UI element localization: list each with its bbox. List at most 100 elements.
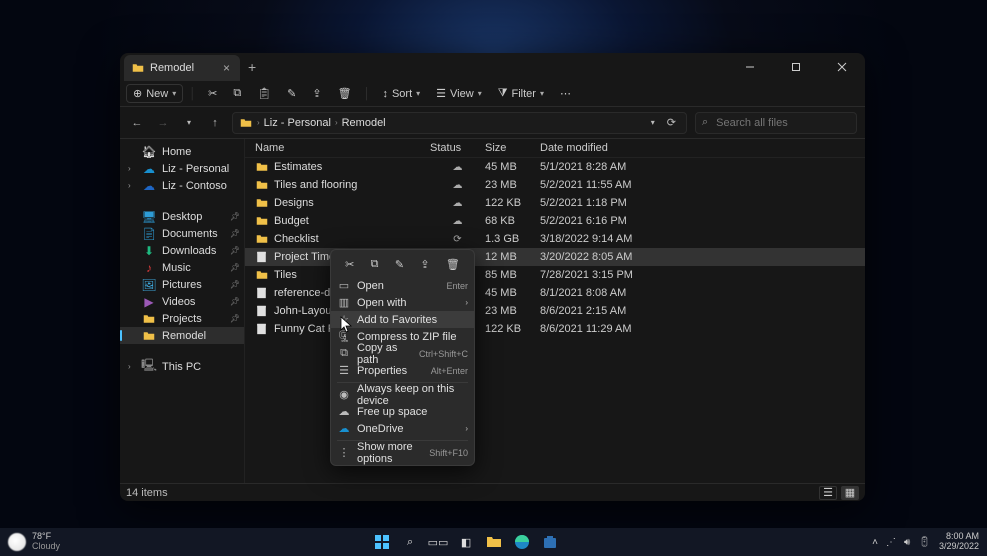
close-button[interactable] bbox=[819, 53, 865, 81]
sidebar-item-pictures[interactable]: 🖼︎ Pictures 📌︎ bbox=[120, 276, 244, 293]
chevron-right-icon[interactable]: › bbox=[128, 181, 136, 190]
search-box[interactable]: ⌕ bbox=[695, 112, 857, 134]
ctx-always-keep[interactable]: ◉ Always keep on this device bbox=[331, 386, 474, 403]
file-status: ☁ bbox=[430, 180, 485, 191]
file-size: 68 KB bbox=[485, 215, 540, 227]
folder-icon bbox=[255, 215, 268, 228]
copy-icon[interactable]: ⧉ bbox=[371, 258, 379, 271]
ctx-open-with[interactable]: ▥ Open with › bbox=[331, 294, 474, 311]
widgets-button[interactable]: ◧ bbox=[456, 532, 476, 552]
ctx-show-more[interactable]: ⋮ Show more options Shift+F10 bbox=[331, 444, 474, 461]
forward-button[interactable]: → bbox=[154, 117, 172, 129]
col-status[interactable]: Status bbox=[430, 142, 485, 154]
details-view-button[interactable]: ☰ bbox=[819, 486, 837, 500]
taskbar-clock[interactable]: 8:00 AM 3/29/2022 bbox=[939, 532, 979, 552]
close-tab-icon[interactable]: × bbox=[221, 61, 232, 75]
sidebar-item-projects[interactable]: Projects 📌︎ bbox=[120, 310, 244, 327]
breadcrumb-seg[interactable]: Remodel bbox=[342, 117, 386, 129]
share-button[interactable]: ⇪ bbox=[306, 85, 327, 102]
up-button[interactable]: ↑ bbox=[206, 117, 224, 129]
filter-button[interactable]: ⧩ Filter ▾ bbox=[492, 85, 550, 102]
sidebar-item-remodel[interactable]: Remodel bbox=[120, 327, 244, 344]
start-button[interactable] bbox=[372, 532, 392, 552]
ctx-open[interactable]: ▭ Open Enter bbox=[331, 277, 474, 294]
ctx-properties[interactable]: ☰ Properties Alt+Enter bbox=[331, 362, 474, 379]
file-row[interactable]: Checklist⟳1.3 GB3/18/2022 9:14 AM bbox=[245, 230, 865, 248]
sort-button[interactable]: ↕ Sort ▾ bbox=[376, 86, 426, 102]
ctx-onedrive[interactable]: ☁ OneDrive › bbox=[331, 420, 474, 437]
cloud-icon: ☁ bbox=[337, 405, 351, 418]
file-row[interactable]: Estimates☁45 MB5/1/2021 8:28 AM bbox=[245, 158, 865, 176]
cut-button[interactable]: ✂ bbox=[202, 85, 223, 102]
col-date[interactable]: Date modified bbox=[540, 142, 680, 154]
sidebar-item-this-pc[interactable]: › 🖳 This PC bbox=[120, 358, 244, 375]
file-row[interactable]: Budget☁68 KB5/2/2021 6:16 PM bbox=[245, 212, 865, 230]
rename-icon[interactable]: ✎ bbox=[395, 258, 404, 271]
back-button[interactable]: ← bbox=[128, 117, 146, 129]
sidebar-item-desktop[interactable]: 🖥︎ Desktop 📌︎ bbox=[120, 208, 244, 225]
minimize-button[interactable] bbox=[727, 53, 773, 81]
ctx-free-up[interactable]: ☁ Free up space bbox=[331, 403, 474, 420]
window-tab[interactable]: Remodel × bbox=[124, 55, 240, 81]
sidebar-label: Home bbox=[162, 146, 191, 158]
delete-button[interactable]: 🗑︎ bbox=[332, 85, 358, 102]
sidebar-item-videos[interactable]: ▶ Videos 📌︎ bbox=[120, 293, 244, 310]
ctx-label: Properties bbox=[357, 365, 425, 377]
file-row[interactable]: Tiles and flooring☁23 MB5/2/2021 11:55 A… bbox=[245, 176, 865, 194]
share-icon: ⇪ bbox=[312, 87, 321, 100]
sidebar-label: Music bbox=[162, 262, 191, 274]
file-row[interactable]: Designs☁122 KB5/2/2021 1:18 PM bbox=[245, 194, 865, 212]
search-input[interactable] bbox=[714, 116, 850, 130]
col-name[interactable]: Name bbox=[255, 142, 430, 154]
cut-icon[interactable]: ✂ bbox=[345, 258, 354, 271]
pc-icon: 🖳 bbox=[142, 360, 156, 374]
trash-icon[interactable]: 🗑︎ bbox=[446, 258, 460, 271]
chevron-right-icon[interactable]: › bbox=[128, 362, 136, 371]
new-tab-button[interactable]: + bbox=[248, 59, 256, 75]
battery-icon[interactable]: 🔋︎ bbox=[918, 537, 931, 548]
taskbar[interactable]: 78°F Cloudy ⌕ ▭▭ ◧ ˄ ⋰ 🔊︎ 🔋︎ 8:00 AM 3/2… bbox=[0, 528, 987, 556]
context-icon-row: ✂ ⧉ ✎ ⇪ 🗑︎ bbox=[331, 254, 474, 277]
ctx-copy-path[interactable]: ⧉ Copy as path Ctrl+Shift+C bbox=[331, 345, 474, 362]
wifi-icon[interactable]: ⋰ bbox=[886, 537, 896, 548]
file-name: Designs bbox=[274, 197, 314, 209]
breadcrumb-seg[interactable]: Liz - Personal bbox=[264, 117, 331, 129]
breadcrumb[interactable]: › Liz - Personal › Remodel ▾ ⟳ bbox=[232, 112, 687, 134]
more-button[interactable]: ⋯ bbox=[554, 85, 577, 102]
system-tray[interactable]: ˄ ⋰ 🔊︎ 🔋︎ 8:00 AM 3/29/2022 bbox=[872, 532, 979, 552]
sidebar-item-liz-contoso[interactable]: › ☁ Liz - Contoso bbox=[120, 177, 244, 194]
col-size[interactable]: Size bbox=[485, 142, 540, 154]
sidebar-item-liz-personal[interactable]: › ☁ Liz - Personal bbox=[120, 160, 244, 177]
refresh-button[interactable]: ⟳ bbox=[663, 116, 680, 129]
chevron-down-icon[interactable]: ▾ bbox=[647, 118, 659, 127]
new-button[interactable]: ⊕ New ▾ bbox=[126, 84, 183, 103]
task-view-button[interactable]: ▭▭ bbox=[428, 532, 448, 552]
sidebar-item-music[interactable]: ♪ Music 📌︎ bbox=[120, 259, 244, 276]
chevron-right-icon[interactable]: › bbox=[128, 164, 136, 173]
sidebar-item-downloads[interactable]: ⬇ Downloads 📌︎ bbox=[120, 242, 244, 259]
edge-icon[interactable] bbox=[512, 532, 532, 552]
maximize-button[interactable] bbox=[773, 53, 819, 81]
sidebar-item-home[interactable]: 🏠︎ Home bbox=[120, 143, 244, 160]
icons-view-button[interactable]: ▦ bbox=[841, 486, 859, 500]
ctx-label: OneDrive bbox=[357, 423, 459, 435]
share-icon[interactable]: ⇪ bbox=[420, 258, 429, 271]
chevron-up-icon[interactable]: ˄ bbox=[872, 537, 878, 548]
folder-icon bbox=[255, 161, 268, 174]
copy-button[interactable]: ⧉ bbox=[227, 85, 247, 102]
paste-button[interactable]: 📋︎ bbox=[251, 85, 277, 102]
filter-label: Filter bbox=[512, 88, 536, 100]
taskbar-weather[interactable]: 78°F Cloudy bbox=[8, 532, 60, 552]
explorer-icon[interactable] bbox=[484, 532, 504, 552]
documents-icon: 📄︎ bbox=[142, 227, 156, 241]
file-size: 45 MB bbox=[485, 161, 540, 173]
file-name: Checklist bbox=[274, 233, 319, 245]
ctx-hotkey: Shift+F10 bbox=[429, 448, 468, 458]
search-button[interactable]: ⌕ bbox=[400, 532, 420, 552]
sidebar-item-documents[interactable]: 📄︎ Documents 📌︎ bbox=[120, 225, 244, 242]
view-button[interactable]: ☰ View ▾ bbox=[430, 85, 488, 102]
chevron-down-icon[interactable]: ▾ bbox=[180, 118, 198, 127]
store-icon[interactable] bbox=[540, 532, 560, 552]
volume-icon[interactable]: 🔊︎ bbox=[904, 537, 910, 548]
rename-button[interactable]: ✎ bbox=[281, 85, 302, 102]
